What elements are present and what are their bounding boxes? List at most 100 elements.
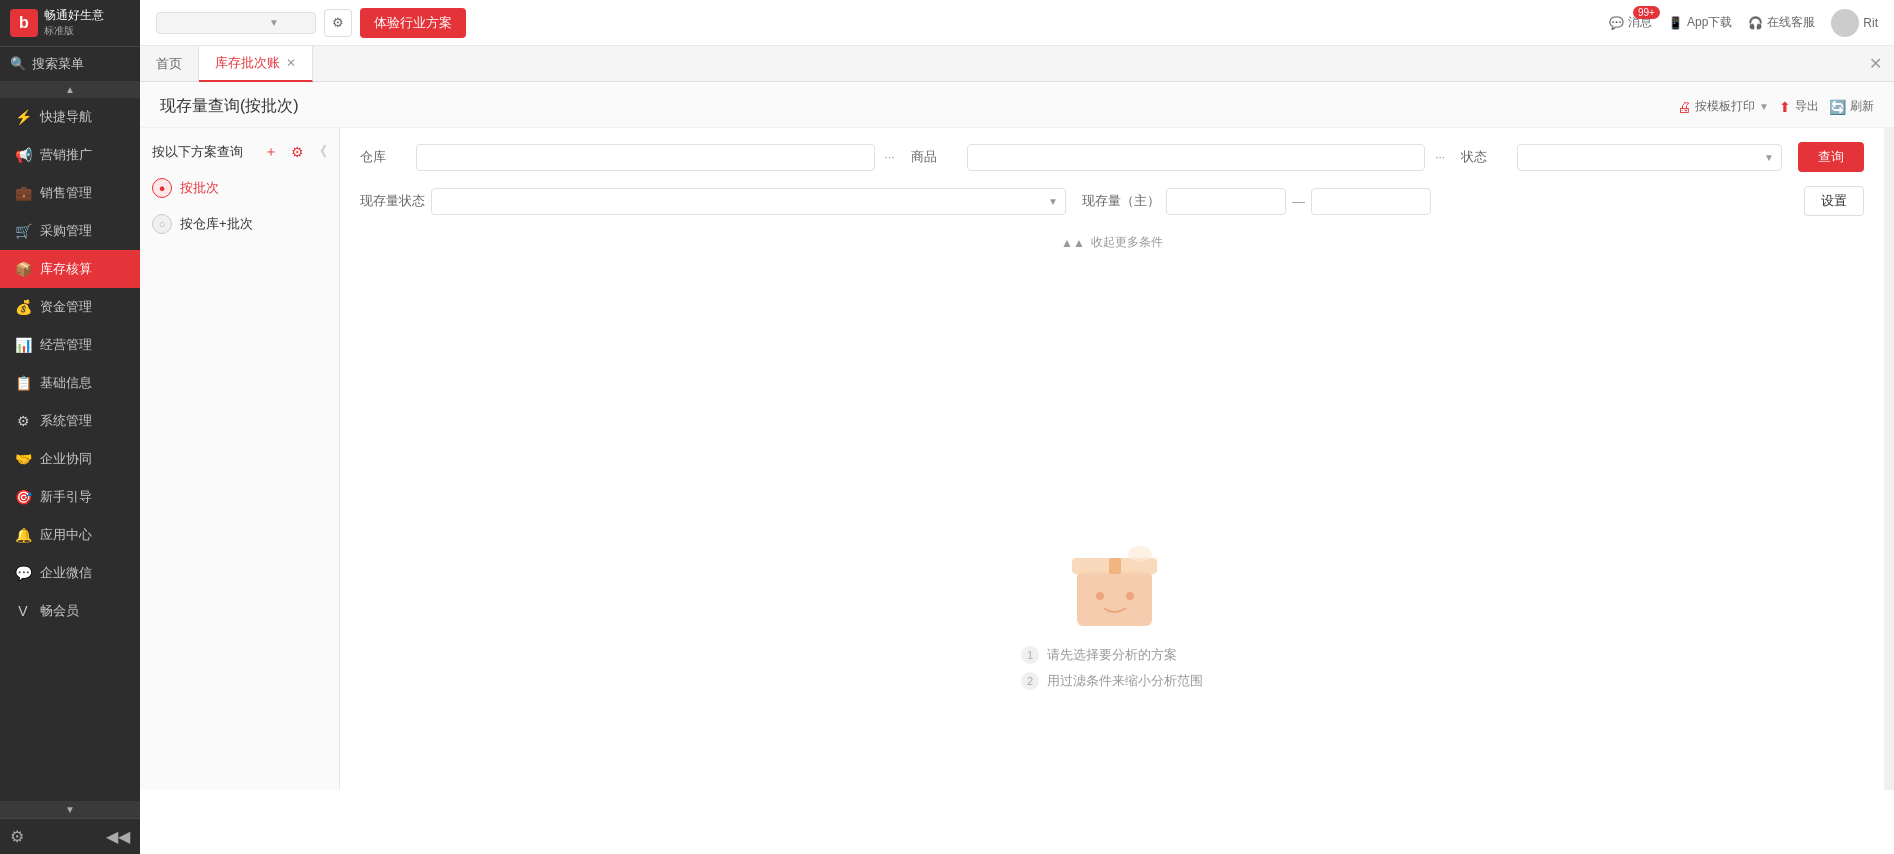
stock-qty-label: 现存量（主） (1082, 192, 1160, 210)
page-body: 按以下方案查询 ＋ ⚙ 《 ●按批次○按仓库+批次 仓库 (140, 128, 1894, 790)
sidebar-item-2[interactable]: 💼销售管理 (0, 174, 140, 212)
user-name: Rit (1863, 16, 1878, 30)
warehouse-more-btn[interactable]: ··· (885, 150, 895, 164)
print-dropdown-arrow[interactable]: ▼ (1759, 101, 1769, 112)
product-filter-group: 商品 ··· (911, 144, 1446, 171)
sidebar-item-9[interactable]: 🤝 企业协同 (0, 440, 140, 478)
search-icon: 🔍 (10, 56, 26, 71)
sidebar: b 畅通好生意 标准版 🔍 搜索菜单 ▲ ⚡快捷导航📢营销推广💼销售管理🛒采购管… (0, 0, 140, 854)
nav-label-9: 企业协同 (40, 450, 92, 468)
sidebar-item-11[interactable]: 🔔应用中心 (0, 516, 140, 554)
collapse-sidebar-icon[interactable]: ◀◀ (106, 827, 130, 846)
online-service-action[interactable]: 🎧 在线客服 (1748, 14, 1815, 31)
settings-button[interactable]: 设置 (1804, 186, 1864, 216)
nav-icon-8: ⚙ (14, 412, 32, 430)
nav-label-6: 经营管理 (40, 336, 92, 354)
nav-icon-5: 💰 (14, 298, 32, 316)
print-button[interactable]: 🖨 按模板打印 ▼ (1677, 98, 1769, 115)
nav-label-3: 采购管理 (40, 222, 92, 240)
topbar-gear-button[interactable]: ⚙ (324, 9, 352, 37)
page-title: 现存量查询(按批次) (160, 96, 299, 117)
sidebar-header: b 畅通好生意 标准版 (0, 0, 140, 47)
tab-label-0: 首页 (156, 55, 182, 73)
hint-num-1: 2 (1021, 672, 1039, 690)
settings-icon[interactable]: ⚙ (10, 827, 24, 846)
sidebar-item-1[interactable]: 📢营销推广 (0, 136, 140, 174)
warehouse-input[interactable] (416, 144, 875, 171)
content-area: 现存量查询(按批次) 🖨 按模板打印 ▼ ⬆ 导出 🔄 刷新 (140, 82, 1894, 854)
stock-status-filter-group: 现存量状态 ▼ (360, 188, 1066, 215)
nav-icon-12: 💬 (14, 564, 32, 582)
collapse-icon: ▲▲ (1061, 236, 1085, 250)
right-section: 仓库 ··· 商品 ··· 状态 (340, 128, 1884, 790)
sidebar-item-8[interactable]: ⚙系统管理 (0, 402, 140, 440)
svg-rect-2 (1109, 558, 1121, 574)
sidebar-item-13[interactable]: V 畅会员 (0, 592, 140, 630)
page-header: 现存量查询(按批次) 🖨 按模板打印 ▼ ⬆ 导出 🔄 刷新 (140, 82, 1894, 128)
tab-panel-close-button[interactable]: ✕ (1869, 54, 1894, 73)
query-button[interactable]: 查询 (1798, 142, 1864, 172)
stock-status-label: 现存量状态 (360, 192, 425, 210)
experience-button[interactable]: 体验行业方案 (360, 8, 466, 38)
tab-0[interactable]: 首页 (140, 46, 199, 82)
app-download-action[interactable]: 📱 App下载 (1668, 14, 1732, 31)
plan-name-0: 按批次 (180, 179, 219, 197)
left-panel-actions: ＋ ⚙ 《 (261, 142, 327, 162)
tab-1[interactable]: 库存批次账✕ (199, 46, 313, 82)
sidebar-item-7[interactable]: 📋基础信息 (0, 364, 140, 402)
gear-icon: ⚙ (332, 15, 344, 30)
sidebar-item-12[interactable]: 💬企业微信 (0, 554, 140, 592)
nav-label-11: 应用中心 (40, 526, 92, 544)
hint-text-0: 请先选择要分析的方案 (1047, 646, 1177, 664)
plan-icon-1: ○ (152, 214, 172, 234)
filter-row-1: 仓库 ··· 商品 ··· 状态 (360, 142, 1864, 172)
sidebar-item-3[interactable]: 🛒采购管理 (0, 212, 140, 250)
nav-icon-9: 🤝 (14, 450, 32, 468)
nav-label-13: 畅会员 (40, 602, 79, 620)
stock-qty-to-input[interactable] (1311, 188, 1431, 215)
plan-item-0[interactable]: ● 按批次 (140, 170, 339, 206)
nav-icon-10: 🎯 (14, 488, 32, 506)
sidebar-item-6[interactable]: 📊经营管理 (0, 326, 140, 364)
plan-settings-button[interactable]: ⚙ (287, 142, 307, 162)
sidebar-item-0[interactable]: ⚡快捷导航 (0, 98, 140, 136)
page-actions: 🖨 按模板打印 ▼ ⬆ 导出 🔄 刷新 (1677, 98, 1874, 115)
product-input[interactable] (967, 144, 1426, 171)
sidebar-item-5[interactable]: 💰资金管理 (0, 288, 140, 326)
collapse-more-button[interactable]: ▲▲ 收起更多条件 (360, 230, 1864, 255)
scroll-down[interactable]: ▼ (0, 801, 140, 818)
message-action[interactable]: 💬 消息 99+ (1609, 14, 1652, 31)
warehouse-label: 仓库 (360, 148, 410, 166)
export-button[interactable]: ⬆ 导出 (1779, 98, 1819, 115)
tabs-bar: 首页库存批次账✕ ✕ (140, 46, 1894, 82)
svg-rect-0 (1077, 571, 1152, 626)
stock-qty-filter-group: 现存量（主） — (1082, 188, 1788, 215)
plans-container: ● 按批次 ○ 按仓库+批次 (140, 170, 339, 242)
collapse-panel-button[interactable]: 《 (313, 143, 327, 161)
topbar-search-box[interactable]: ▼ (156, 12, 316, 34)
nav-icon-13: V (14, 602, 32, 620)
search-dropdown-arrow[interactable]: ▼ (269, 17, 279, 28)
tab-close-1[interactable]: ✕ (286, 56, 296, 70)
nav-label-7: 基础信息 (40, 374, 92, 392)
topbar-search-input[interactable] (165, 16, 265, 30)
stock-status-select[interactable] (431, 188, 1066, 215)
status-select[interactable] (1517, 144, 1782, 171)
plan-name-1: 按仓库+批次 (180, 215, 253, 233)
nav-icon-1: 📢 (14, 146, 32, 164)
sidebar-item-4[interactable]: 📦库存核算 (0, 250, 140, 288)
sidebar-search[interactable]: 🔍 搜索菜单 (0, 47, 140, 81)
stock-qty-from-input[interactable] (1166, 188, 1286, 215)
svg-point-5 (1128, 546, 1152, 562)
user-profile[interactable]: Rit (1831, 9, 1878, 37)
sidebar-item-10[interactable]: 🎯新手引导 (0, 478, 140, 516)
plan-item-1[interactable]: ○ 按仓库+批次 (140, 206, 339, 242)
product-more-btn[interactable]: ··· (1435, 150, 1445, 164)
refresh-button[interactable]: 🔄 刷新 (1829, 98, 1874, 115)
add-plan-button[interactable]: ＋ (261, 142, 281, 162)
refresh-icon: 🔄 (1829, 99, 1846, 115)
plan-icon-0: ● (152, 178, 172, 198)
scroll-up[interactable]: ▲ (0, 81, 140, 98)
right-scrollbar[interactable] (1884, 128, 1894, 790)
print-icon: 🖨 (1677, 99, 1691, 115)
